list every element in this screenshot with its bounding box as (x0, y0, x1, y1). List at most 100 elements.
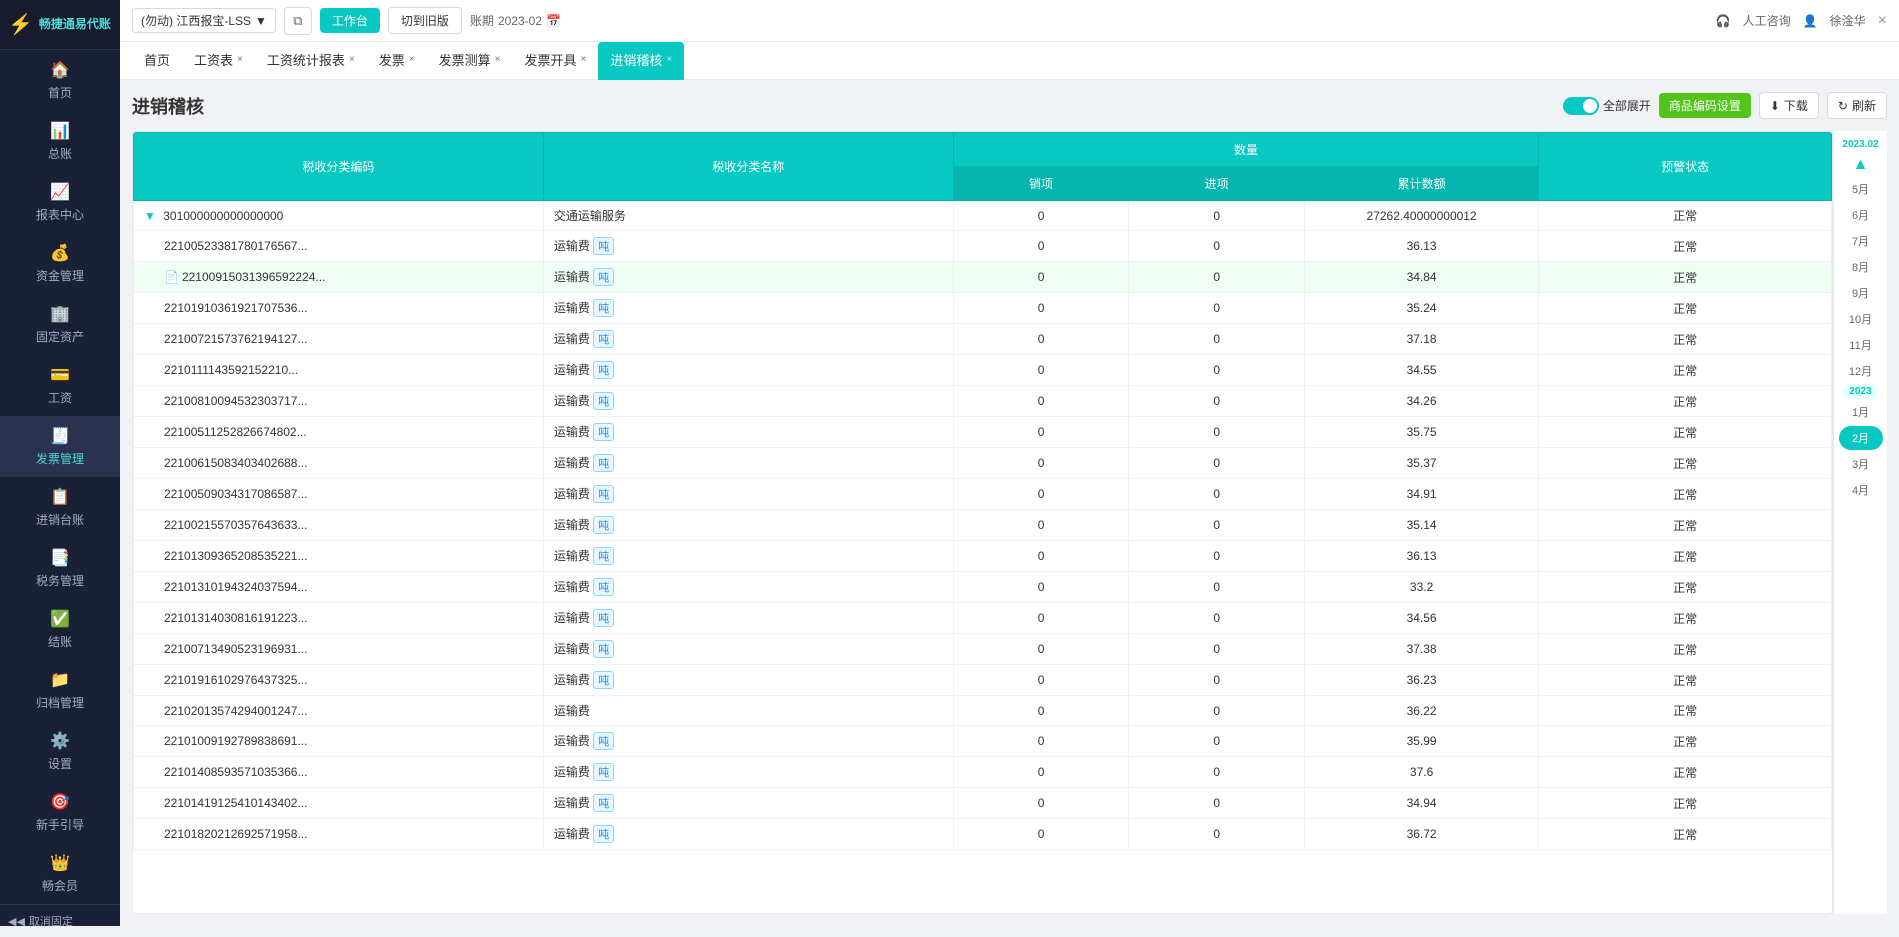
tab-label: 工资统计报表 (267, 50, 345, 69)
table-row: 2210100919278983869​1... 运输费 吨 0 0 35.99… (134, 726, 1832, 757)
unit-tag: 吨 (593, 454, 614, 472)
sidebar-item-member[interactable]: 👑 畅会员 (0, 843, 120, 904)
cell-status: 正常 (1539, 572, 1832, 603)
calendar-month-12[interactable]: 12月 (1839, 359, 1883, 383)
cell-purchase: 0 (1129, 417, 1305, 448)
table-area: 税收分类编码 税收分类名称 数量 预警状态 销项 进项 累计数额 (132, 131, 1887, 914)
sidebar-item-capital[interactable]: 💰 资金管理 (0, 233, 120, 294)
back-button[interactable]: 切到旧版 (388, 7, 462, 34)
download-button[interactable]: ⬇ 下载 (1759, 92, 1819, 119)
cell-code: 2210131019432403759​4... (134, 572, 544, 603)
cell-name: 运输费 吨 (543, 231, 953, 262)
calendar-month-3[interactable]: 3月 (1839, 452, 1883, 476)
tab-home[interactable]: 首页 (132, 42, 182, 80)
tab-close-icon[interactable]: × (237, 54, 243, 65)
unpin-button[interactable]: ◀◀ 取消固定 (0, 904, 120, 937)
calendar-month-5[interactable]: 5月 (1839, 177, 1883, 201)
calendar-month-1[interactable]: 1月 (1839, 400, 1883, 424)
tab-invoice-calc[interactable]: 发票测算 × (427, 42, 513, 80)
cell-code: 2210100919278983869​1... (134, 726, 544, 757)
cell-status: 正常 (1539, 665, 1832, 696)
download-icon: ⬇ (1770, 99, 1780, 113)
cell-name: 运输费 吨 (543, 448, 953, 479)
unit-tag: 吨 (593, 640, 614, 658)
tab-label: 发票 (379, 50, 405, 69)
cell-purchase: 0 (1129, 634, 1305, 665)
toggle-switch[interactable] (1563, 97, 1599, 115)
sidebar-item-guide[interactable]: 🎯 新手引导 (0, 782, 120, 843)
calendar-header: 2023.02 ▲ 5月 6月 7月 8月 9月 10月 11月 12月 202… (1838, 131, 1884, 503)
cell-sales: 0 (953, 665, 1129, 696)
calendar-month-2-active[interactable]: 2月 (1839, 426, 1883, 450)
sidebar-item-home[interactable]: 🏠 首页 (0, 50, 120, 111)
calendar-month-8[interactable]: 8月 (1839, 255, 1883, 279)
company-name: (勿动) 江西报宝-LSS (141, 12, 251, 29)
expand-all-toggle[interactable]: 全部展开 (1563, 97, 1651, 115)
sidebar-item-purchase[interactable]: 📋 进销台账 (0, 477, 120, 538)
cell-code: 2210141912541014340​2... (134, 788, 544, 819)
settings-button[interactable]: 商品编码设置 (1659, 93, 1751, 118)
cell-code: 2210140859357103536​6... (134, 757, 544, 788)
cell-name: 运输费 吨 (543, 386, 953, 417)
unit-tag: 吨 (593, 330, 614, 348)
sidebar: ⚡ 畅捷通易代账 🏠 首页 📊 总账 📈 报表中心 💰 资金管理 🏢 固定资产 … (0, 0, 120, 926)
cell-cumulative: 35.24 (1305, 293, 1539, 324)
close-button[interactable]: × (1878, 12, 1887, 30)
cell-sales: 0 (953, 510, 1129, 541)
cell-sales: 0 (953, 201, 1129, 231)
unit-tag: 吨 (593, 516, 614, 534)
company-selector[interactable]: (勿动) 江西报宝-LSS ▼ (132, 8, 276, 33)
sidebar-item-ledger[interactable]: 📊 总账 (0, 111, 120, 172)
refresh-button[interactable]: ↻ 刷新 (1827, 92, 1887, 119)
cell-sales: 0 (953, 417, 1129, 448)
cell-cumulative: 36.13 (1305, 231, 1539, 262)
copy-button[interactable]: ⧉ (284, 7, 312, 35)
cell-code: 2210191610297643732​5... (134, 665, 544, 696)
calendar-year-2023-current: 2023 (1843, 384, 1877, 399)
cell-purchase: 0 (1129, 726, 1305, 757)
tab-close-icon[interactable]: × (495, 54, 501, 65)
cell-cumulative: 33.2 (1305, 572, 1539, 603)
tab-close-icon[interactable]: × (349, 54, 355, 65)
sidebar-item-archive[interactable]: 📁 归档管理 (0, 660, 120, 721)
service-label[interactable]: 人工咨询 (1743, 12, 1791, 29)
calendar-month-11[interactable]: 11月 (1839, 333, 1883, 357)
cell-status: 正常 (1539, 819, 1832, 850)
workbench-button[interactable]: 工作台 (320, 8, 380, 33)
tab-salary-report[interactable]: 工资统计报表 × (255, 42, 367, 80)
sidebar-item-assets[interactable]: 🏢 固定资产 (0, 294, 120, 355)
sidebar-item-settings[interactable]: ⚙️ 设置 (0, 721, 120, 782)
sidebar-item-report[interactable]: 📈 报表中心 (0, 172, 120, 233)
expand-icon[interactable]: ▼ (144, 209, 156, 223)
cell-status: 正常 (1539, 757, 1832, 788)
calendar-month-4[interactable]: 4月 (1839, 478, 1883, 502)
calendar-up-arrow[interactable]: ▲ (1851, 154, 1871, 176)
cell-status: 正常 (1539, 262, 1832, 293)
tab-sales-check[interactable]: 进销稽核 × (598, 42, 684, 80)
table-row: 2210201357429400124​7... 运输费 0 0 36.22 正… (134, 696, 1832, 726)
calendar-month-7[interactable]: 7月 (1839, 229, 1883, 253)
table-row: 2210130936520853522​1... 运输费 吨 0 0 36.13… (134, 541, 1832, 572)
calendar-month-6[interactable]: 6月 (1839, 203, 1883, 227)
sidebar-item-account[interactable]: ✅ 结账 (0, 599, 120, 660)
sidebar-item-invoice[interactable]: 🧾 发票管理 (0, 416, 120, 477)
calendar-month-9[interactable]: 9月 (1839, 281, 1883, 305)
cell-purchase: 0 (1129, 293, 1305, 324)
tab-invoice[interactable]: 发票 × (367, 42, 427, 80)
cell-sales: 0 (953, 696, 1129, 726)
tab-invoice-open[interactable]: 发票开具 × (512, 42, 598, 80)
cell-status: 正常 (1539, 479, 1832, 510)
tab-close-icon[interactable]: × (666, 54, 672, 65)
ledger-icon: 📊 (50, 121, 70, 141)
tab-close-icon[interactable]: × (409, 54, 415, 65)
cell-purchase: 0 (1129, 757, 1305, 788)
cell-sales: 0 (953, 324, 1129, 355)
sidebar-item-tax[interactable]: 📑 税务管理 (0, 538, 120, 599)
tab-salary-table[interactable]: 工资表 × (182, 42, 255, 80)
tab-close-icon[interactable]: × (580, 54, 586, 65)
cell-code: 2210050903431708658​7... (134, 479, 544, 510)
unit-tag: 吨 (593, 763, 614, 781)
cell-name: 运输费 吨 (543, 757, 953, 788)
calendar-month-10[interactable]: 10月 (1839, 307, 1883, 331)
sidebar-item-salary[interactable]: 💳 工资 (0, 355, 120, 416)
